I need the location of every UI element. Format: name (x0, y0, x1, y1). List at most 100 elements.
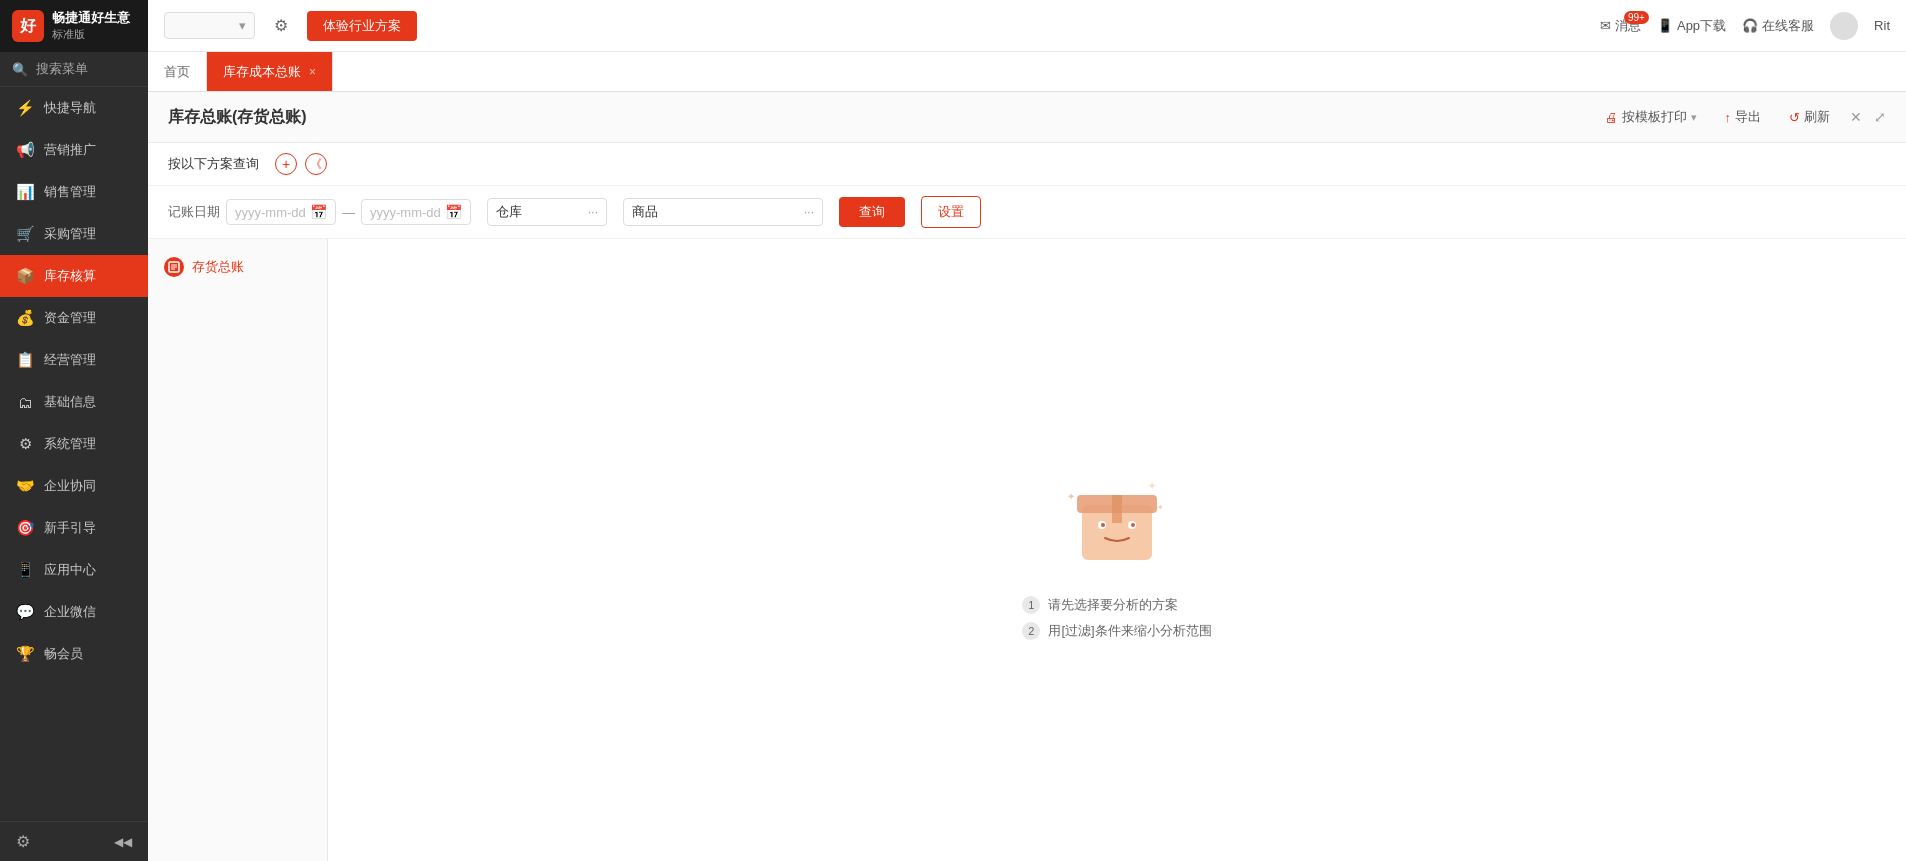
messages-badge: 99+ (1624, 11, 1649, 24)
tab-home[interactable]: 首页 (148, 52, 207, 91)
tab-inventory-ledger[interactable]: 库存成本总账 × (207, 52, 333, 91)
expand-window-icon[interactable]: ⤢ (1874, 109, 1886, 125)
headset-icon: 🎧 (1742, 18, 1758, 33)
industry-solution-button[interactable]: 体验行业方案 (307, 11, 417, 41)
search-menu[interactable]: 🔍 搜索菜单 (0, 52, 148, 87)
warehouse-select[interactable]: 仓库 ··· (487, 198, 607, 226)
date-from-input[interactable]: yyyy-mm-dd 📅 (226, 199, 336, 225)
logo-text: 畅捷通好生意 标准版 (52, 10, 130, 41)
sidebar-item-label: 新手引导 (44, 519, 96, 537)
hint-num-2: 2 (1022, 622, 1040, 640)
filter-collapse-button[interactable]: 《 (305, 153, 327, 175)
page-header: 库存总账(存货总账) 🖨 按模板打印 ▾ ↑ 导出 ↺ 刷新 (148, 92, 1906, 143)
sidebar-item-basic-info[interactable]: 🗂 基础信息 (0, 381, 148, 423)
print-template-button[interactable]: 🖨 按模板打印 ▾ (1597, 104, 1705, 130)
sidebar-nav: ⚡ 快捷导航 📢 营销推广 📊 销售管理 🛒 采购管理 📦 库存核算 💰 资金管… (0, 87, 148, 821)
messages-button[interactable]: ✉ 消息 99+ (1600, 17, 1641, 35)
filter-bar: 按以下方案查询 + 《 (148, 143, 1906, 186)
hint-text-1: 请先选择要分析的方案 (1048, 596, 1178, 614)
sidebar-item-label: 企业微信 (44, 603, 96, 621)
version-label: 标准版 (52, 27, 130, 41)
sidebar-item-app-center[interactable]: 📱 应用中心 (0, 549, 148, 591)
username-label: Rit (1874, 18, 1890, 33)
topbar-left: ▾ ⚙ 体验行业方案 (164, 10, 1600, 42)
sidebar-item-wechat[interactable]: 💬 企业微信 (0, 591, 148, 633)
scheme-item-inventory-ledger[interactable]: 存货总账 (148, 247, 327, 287)
date-to-input[interactable]: yyyy-mm-dd 📅 (361, 199, 471, 225)
date-filter-group: 记账日期 yyyy-mm-dd 📅 — yyyy-mm-dd 📅 (168, 199, 471, 225)
sidebar-item-operations[interactable]: 📋 经营管理 (0, 339, 148, 381)
tab-inventory-ledger-label: 库存成本总账 (223, 63, 301, 81)
refresh-button[interactable]: ↺ 刷新 (1781, 104, 1838, 130)
svg-text:✦: ✦ (1147, 479, 1157, 493)
app-download-label: App下载 (1677, 17, 1726, 35)
sales-icon: 📊 (16, 183, 34, 201)
online-service-label: 在线客服 (1762, 17, 1814, 35)
refresh-label: 刷新 (1804, 108, 1830, 126)
quick-nav-icon: ⚡ (16, 99, 34, 117)
sidebar-item-vip[interactable]: 🏆 畅会员 (0, 633, 148, 675)
tab-home-label: 首页 (164, 63, 190, 81)
enterprise-icon: 🤝 (16, 477, 34, 495)
sidebar-item-purchase[interactable]: 🛒 采购管理 (0, 213, 148, 255)
svg-rect-6 (1112, 495, 1122, 523)
sidebar: 好 畅捷通好生意 标准版 🔍 搜索菜单 ⚡ 快捷导航 📢 营销推广 📊 销售管理… (0, 0, 148, 861)
print-label: 按模板打印 (1622, 108, 1687, 126)
export-label: 导出 (1735, 108, 1761, 126)
system-icon: ⚙ (16, 435, 34, 453)
svg-point-9 (1101, 523, 1105, 527)
product-more-icon: ··· (804, 205, 814, 219)
sidebar-item-system[interactable]: ⚙ 系统管理 (0, 423, 148, 465)
tab-close-icon[interactable]: × (309, 65, 316, 79)
sidebar-item-sales[interactable]: 📊 销售管理 (0, 171, 148, 213)
topbar-workspace-dropdown[interactable]: ▾ (164, 12, 255, 39)
sidebar-logo: 好 畅捷通好生意 标准版 (0, 0, 148, 52)
print-icon: 🖨 (1605, 110, 1618, 125)
page-inner: 库存总账(存货总账) 🖨 按模板打印 ▾ ↑ 导出 ↺ 刷新 (148, 92, 1906, 861)
main-area: ▾ ⚙ 体验行业方案 ✉ 消息 99+ 📱 App下载 🎧 在线客服 Rit (148, 0, 1906, 861)
hint-item-2: 2 用[过滤]条件来缩小分析范围 (1022, 622, 1211, 640)
sidebar-item-finance[interactable]: 💰 资金管理 (0, 297, 148, 339)
collapse-sidebar-icon[interactable]: ◀◀ (114, 835, 132, 849)
online-service-button[interactable]: 🎧 在线客服 (1742, 17, 1814, 35)
date-from-placeholder: yyyy-mm-dd (235, 205, 306, 220)
sidebar-item-label: 应用中心 (44, 561, 96, 579)
filter-add-button[interactable]: + (275, 153, 297, 175)
sidebar-item-inventory[interactable]: 📦 库存核算 (0, 255, 148, 297)
brand-name: 畅捷通好生意 (52, 10, 130, 27)
export-button[interactable]: ↑ 导出 (1717, 104, 1770, 130)
filter-bar-label: 按以下方案查询 (168, 155, 259, 173)
scheme-icon (164, 257, 184, 277)
date-field-label: 记账日期 (168, 203, 220, 221)
filter-settings-button[interactable]: 设置 (921, 196, 981, 228)
search-menu-label: 搜索菜单 (36, 60, 88, 78)
query-button[interactable]: 查询 (839, 197, 905, 227)
topbar-dropdown-value (173, 17, 233, 34)
user-avatar[interactable] (1830, 12, 1858, 40)
sidebar-item-label: 企业协同 (44, 477, 96, 495)
app-center-icon: 📱 (16, 561, 34, 579)
settings-footer-icon[interactable]: ⚙ (16, 832, 30, 851)
sidebar-item-marketing[interactable]: 📢 营销推广 (0, 129, 148, 171)
hint-num-1: 1 (1022, 596, 1040, 614)
close-window-icon[interactable]: ✕ (1850, 109, 1862, 125)
app-download-button[interactable]: 📱 App下载 (1657, 17, 1726, 35)
sidebar-item-label: 采购管理 (44, 225, 96, 243)
topbar-gear-button[interactable]: ⚙ (265, 10, 297, 42)
scheme-panel: 存货总账 (148, 239, 328, 861)
sidebar-item-label: 经营管理 (44, 351, 96, 369)
export-icon: ↑ (1725, 110, 1732, 125)
product-select[interactable]: 商品 ··· (623, 198, 823, 226)
topbar: ▾ ⚙ 体验行业方案 ✉ 消息 99+ 📱 App下载 🎧 在线客服 Rit (148, 0, 1906, 52)
basic-info-icon: 🗂 (16, 394, 34, 411)
message-icon: ✉ (1600, 18, 1611, 33)
page-content: 库存总账(存货总账) 🖨 按模板打印 ▾ ↑ 导出 ↺ 刷新 (148, 92, 1906, 861)
empty-state: ✦ ✦ ✦ 1 请先选择要分析的方案 2 用[过滤]条件来缩小分析范围 (328, 239, 1906, 861)
sidebar-item-quick-nav[interactable]: ⚡ 快捷导航 (0, 87, 148, 129)
sidebar-item-guide[interactable]: 🎯 新手引导 (0, 507, 148, 549)
sidebar-item-enterprise[interactable]: 🤝 企业协同 (0, 465, 148, 507)
refresh-icon: ↺ (1789, 110, 1800, 125)
finance-icon: 💰 (16, 309, 34, 327)
svg-point-10 (1131, 523, 1135, 527)
sidebar-item-label: 系统管理 (44, 435, 96, 453)
